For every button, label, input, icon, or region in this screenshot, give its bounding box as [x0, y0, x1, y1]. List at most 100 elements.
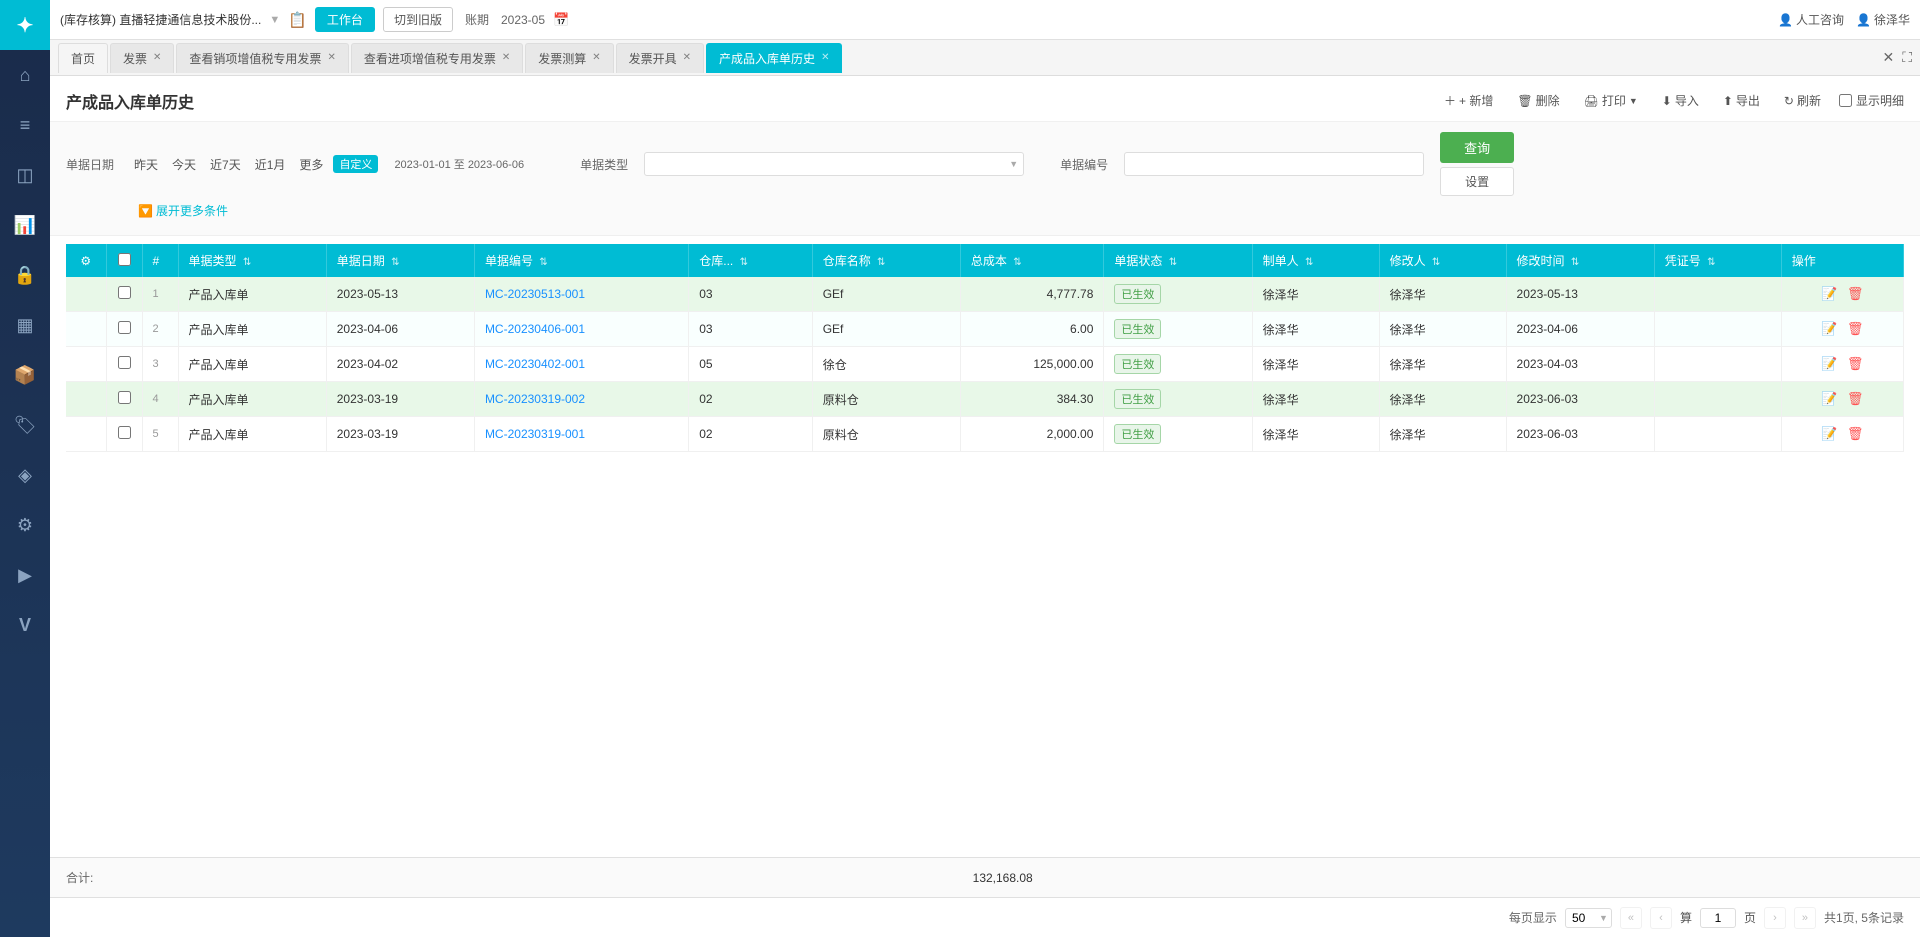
row-checkbox-2[interactable]: [106, 347, 142, 382]
sidebar-item-doc[interactable]: ≡: [0, 100, 50, 150]
sidebar-item-chart[interactable]: ◫: [0, 150, 50, 200]
row-checkbox-1[interactable]: [106, 312, 142, 347]
row-edit-btn-0[interactable]: 📝: [1818, 285, 1840, 303]
tab-invoice[interactable]: 发票 ✕: [110, 43, 174, 73]
row-checkbox-4[interactable]: [106, 417, 142, 452]
row-delete-btn-3[interactable]: 🗑: [1844, 390, 1867, 408]
sidebar-item-grid[interactable]: ▦: [0, 300, 50, 350]
import-button[interactable]: ⬇ 导入: [1656, 88, 1705, 113]
yesterday-shortcut[interactable]: 昨天: [130, 155, 162, 174]
switch-old-button[interactable]: 切到旧版: [383, 7, 453, 32]
sidebar-item-settings2[interactable]: ⚙: [0, 500, 50, 550]
row-check-2[interactable]: [118, 356, 131, 369]
row-number-1[interactable]: MC-20230406-001: [474, 312, 688, 347]
row-number-link-1[interactable]: MC-20230406-001: [485, 322, 585, 336]
print-button[interactable]: 🖨 打印 ▼: [1578, 88, 1644, 113]
sidebar-item-box[interactable]: 📦: [0, 350, 50, 400]
tab-vat-output[interactable]: 查看销项增值税专用发票 ✕: [176, 43, 348, 73]
sidebar-item-tag[interactable]: 🏷: [0, 400, 50, 450]
expand-conditions-button[interactable]: 🔽 展开更多条件: [138, 202, 228, 219]
last-page-button[interactable]: »: [1794, 907, 1816, 929]
row-number-link-3[interactable]: MC-20230319-002: [485, 392, 585, 406]
sidebar-item-play[interactable]: ▶: [0, 550, 50, 600]
export-button[interactable]: ⬆ 导出: [1717, 88, 1766, 113]
th-warehouse-name[interactable]: 仓库名称 ⇅: [812, 244, 960, 277]
week-shortcut[interactable]: 近7天: [206, 155, 245, 174]
sidebar-item-v[interactable]: V: [0, 600, 50, 650]
type-select[interactable]: [644, 152, 1024, 176]
row-edit-btn-2[interactable]: 📝: [1818, 355, 1840, 373]
service-button[interactable]: 👤 人工咨询: [1778, 11, 1844, 28]
sidebar-item-home[interactable]: ⌂: [0, 50, 50, 100]
th-type[interactable]: 单据类型 ⇅: [178, 244, 326, 277]
row-check-1[interactable]: [118, 321, 131, 334]
calendar-icon[interactable]: 📅: [553, 12, 569, 28]
row-number-4[interactable]: MC-20230319-001: [474, 417, 688, 452]
refresh-button[interactable]: ↻ 刷新: [1778, 88, 1827, 113]
row-settings-2[interactable]: [66, 347, 106, 382]
tab-invoice-open-close[interactable]: ✕: [683, 53, 691, 63]
show-detail-checkbox[interactable]: [1839, 94, 1852, 107]
per-page-select[interactable]: 50 100 200: [1565, 908, 1612, 928]
th-settings[interactable]: ⚙: [66, 244, 106, 277]
tab-vat-output-close[interactable]: ✕: [327, 53, 335, 63]
tab-vat-input-close[interactable]: ✕: [502, 53, 510, 63]
th-voucher[interactable]: 凭证号 ⇅: [1654, 244, 1781, 277]
sidebar-item-analytics[interactable]: 📊: [0, 200, 50, 250]
month-shortcut[interactable]: 近1月: [251, 155, 290, 174]
new-button[interactable]: ＋ + 新增: [1438, 88, 1499, 113]
th-creator[interactable]: 制单人 ⇅: [1252, 244, 1379, 277]
tab-invoice-calc-close[interactable]: ✕: [592, 53, 600, 63]
first-page-button[interactable]: «: [1620, 907, 1642, 929]
reset-button[interactable]: 设置: [1440, 167, 1514, 196]
more-shortcut[interactable]: 更多: [295, 155, 327, 174]
tab-invoice-close[interactable]: ✕: [153, 53, 161, 63]
row-delete-btn-2[interactable]: 🗑: [1844, 355, 1867, 373]
th-warehouse-code[interactable]: 仓库... ⇅: [689, 244, 812, 277]
row-edit-btn-3[interactable]: 📝: [1818, 390, 1840, 408]
page-number-input[interactable]: [1700, 908, 1736, 928]
row-number-link-2[interactable]: MC-20230402-001: [485, 357, 585, 371]
th-status[interactable]: 单据状态 ⇅: [1104, 244, 1252, 277]
row-number-2[interactable]: MC-20230402-001: [474, 347, 688, 382]
th-modify-time[interactable]: 修改时间 ⇅: [1506, 244, 1654, 277]
th-total-cost[interactable]: 总成本 ⇅: [960, 244, 1103, 277]
tab-expand-icon[interactable]: ⛶: [1902, 49, 1912, 66]
row-number-link-4[interactable]: MC-20230319-001: [485, 427, 585, 441]
row-edit-btn-4[interactable]: 📝: [1818, 425, 1840, 443]
row-checkbox-0[interactable]: [106, 277, 142, 312]
tab-home[interactable]: 首页: [58, 43, 108, 73]
tab-product-history-close[interactable]: ✕: [821, 53, 829, 63]
user-menu[interactable]: 👤 徐泽华: [1856, 11, 1910, 28]
row-edit-btn-1[interactable]: 📝: [1818, 320, 1840, 338]
row-checkbox-3[interactable]: [106, 382, 142, 417]
number-input[interactable]: [1124, 152, 1424, 176]
row-number-link-0[interactable]: MC-20230513-001: [485, 287, 585, 301]
row-number-0[interactable]: MC-20230513-001: [474, 277, 688, 312]
show-detail-checkbox-container[interactable]: 显示明细: [1839, 92, 1904, 109]
row-settings-4[interactable]: [66, 417, 106, 452]
workspace-button[interactable]: 工作台: [315, 7, 375, 32]
dropdown-icon[interactable]: ▼: [269, 14, 280, 26]
row-delete-btn-4[interactable]: 🗑: [1844, 425, 1867, 443]
row-settings-1[interactable]: [66, 312, 106, 347]
delete-button[interactable]: 🗑 删除: [1511, 88, 1565, 113]
query-button[interactable]: 查询: [1440, 132, 1514, 163]
next-page-button[interactable]: ›: [1764, 907, 1786, 929]
row-check-3[interactable]: [118, 391, 131, 404]
row-delete-btn-1[interactable]: 🗑: [1844, 320, 1867, 338]
sidebar-item-shield[interactable]: 🔒: [0, 250, 50, 300]
tab-vat-input[interactable]: 查看进项增值税专用发票 ✕: [351, 43, 523, 73]
tab-product-history[interactable]: 产成品入库单历史 ✕: [706, 43, 842, 73]
th-date[interactable]: 单据日期 ⇅: [326, 244, 474, 277]
row-number-3[interactable]: MC-20230319-002: [474, 382, 688, 417]
tab-close-all-icon[interactable]: ✕: [1882, 49, 1894, 66]
row-settings-3[interactable]: [66, 382, 106, 417]
th-modifier[interactable]: 修改人 ⇅: [1379, 244, 1506, 277]
sidebar-item-puzzle[interactable]: ◈: [0, 450, 50, 500]
tab-invoice-open[interactable]: 发票开具 ✕: [616, 43, 704, 73]
row-settings-0[interactable]: [66, 277, 106, 312]
row-delete-btn-0[interactable]: 🗑: [1844, 285, 1867, 303]
prev-page-button[interactable]: ‹: [1650, 907, 1672, 929]
row-check-0[interactable]: [118, 286, 131, 299]
